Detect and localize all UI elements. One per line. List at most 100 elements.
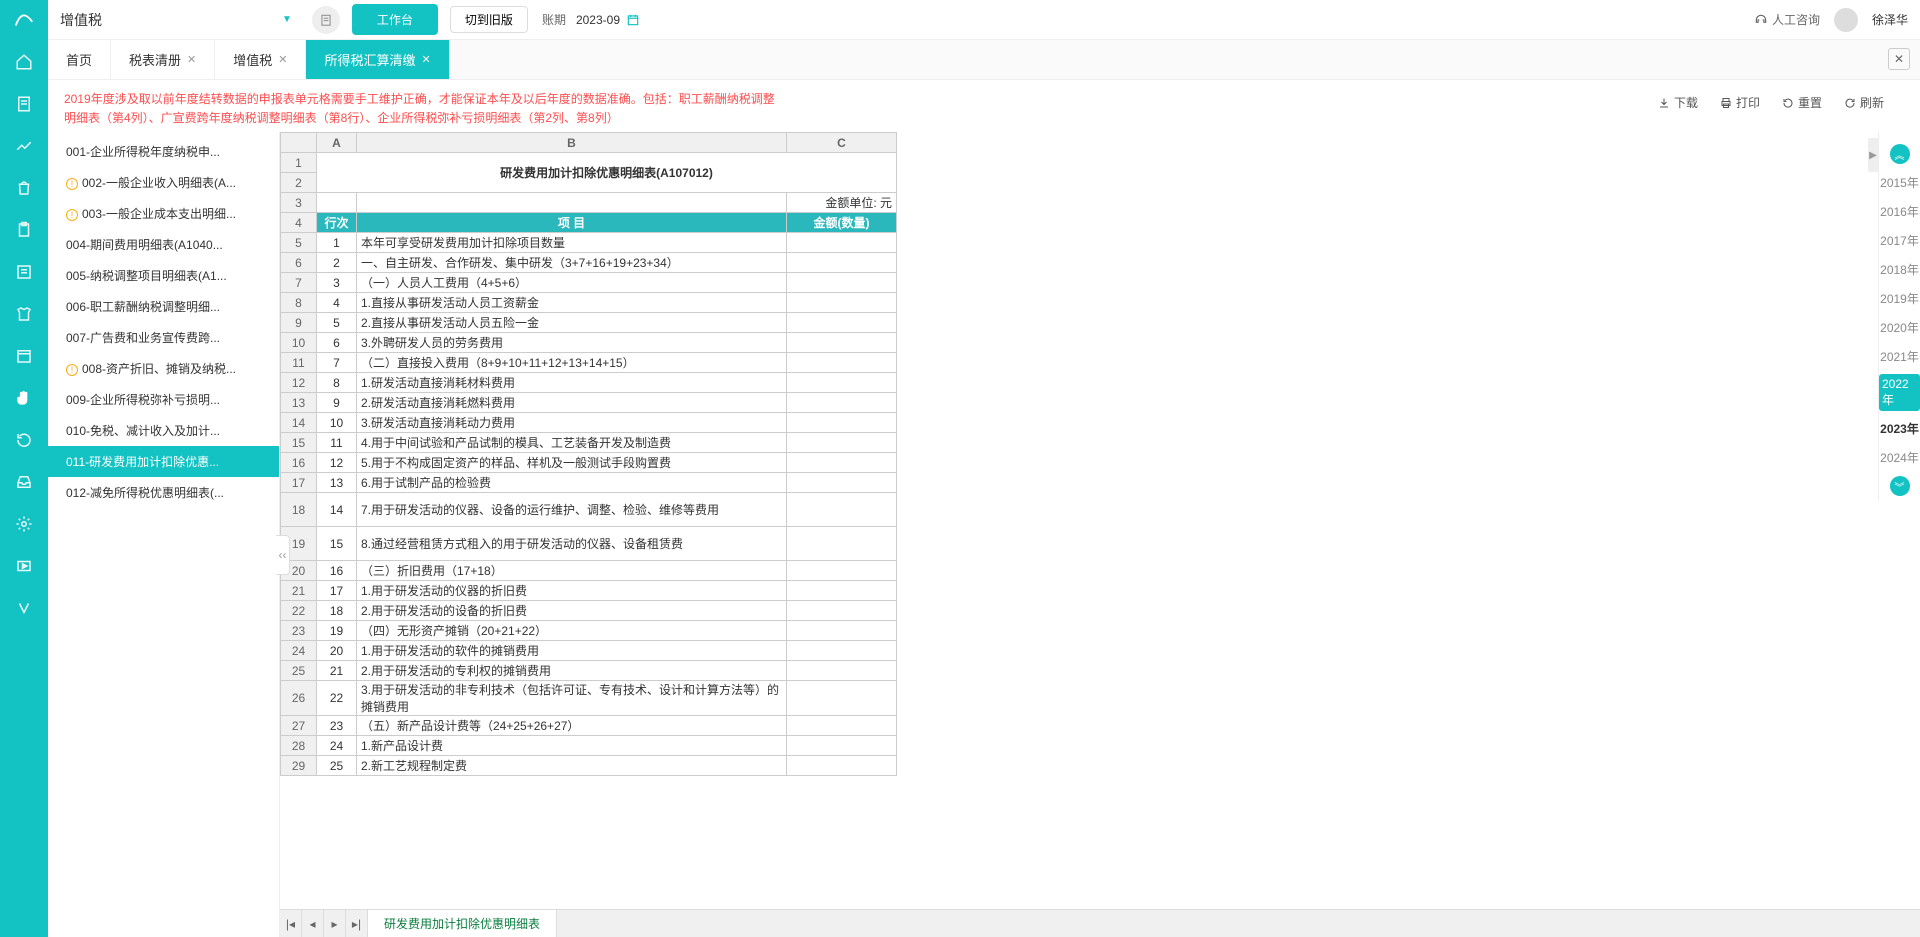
nav-list-icon[interactable] [12,260,36,284]
amount-cell[interactable] [787,527,897,561]
year-option[interactable]: 2016年 [1880,197,1919,226]
refresh-button[interactable]: 刷新 [1844,94,1884,111]
form-list-item-8[interactable]: 009-企业所得税弥补亏损明... [48,384,279,415]
nav-video-icon[interactable] [12,554,36,578]
sheet-tab[interactable]: 研发费用加计扣除优惠明细表 [368,910,557,937]
nav-inbox-icon[interactable] [12,470,36,494]
nav-chart-icon[interactable] [12,134,36,158]
amount-cell[interactable] [787,353,897,373]
year-option[interactable]: 2023年 [1880,414,1919,443]
form-list-item-5[interactable]: 006-职工薪酬纳税调整明细... [48,291,279,322]
user-name[interactable]: 徐泽华 [1872,11,1908,28]
sheet-nav-next[interactable]: ▸ [324,910,346,937]
calendar-icon[interactable] [626,13,640,27]
year-option[interactable]: 2022年 [1879,374,1920,411]
year-option[interactable]: 2020年 [1880,313,1919,342]
form-list-item-10[interactable]: 011-研发费用加计扣除优惠... [48,446,279,477]
nav-home-icon[interactable] [12,50,36,74]
amount-cell[interactable] [787,273,897,293]
sheet-nav-first[interactable]: |◂ [280,910,302,937]
year-option[interactable]: 2017年 [1880,226,1919,255]
history-button[interactable] [312,6,340,34]
right-panel-expand-handle[interactable]: ▶ [1868,138,1878,172]
amount-cell[interactable] [787,756,897,776]
vertical-scrollbar[interactable] [1852,152,1866,905]
reset-button[interactable]: 重置 [1782,94,1822,111]
amount-cell[interactable] [787,453,897,473]
amount-cell[interactable] [787,601,897,621]
amount-cell[interactable] [787,253,897,273]
amount-cell[interactable] [787,333,897,353]
print-button[interactable]: 打印 [1720,94,1760,111]
form-list-item-11[interactable]: 012-减免所得税优惠明细表(... [48,477,279,508]
form-list-item-6[interactable]: 007-广告费和业务宣传费跨... [48,322,279,353]
amount-cell[interactable] [787,473,897,493]
tab-close-icon[interactable]: ✕ [187,53,196,66]
period-value[interactable]: 2023-09 [576,13,620,27]
support-link[interactable]: 人工咨询 [1754,11,1820,28]
amount-cell[interactable] [787,373,897,393]
page-tab-3[interactable]: 所得税汇算清缴✕ [306,40,449,79]
horizontal-scrollbar[interactable] [1272,917,1912,931]
amount-cell[interactable] [787,581,897,601]
year-scroll-up[interactable]: ︽ [1890,144,1910,164]
amount-cell[interactable] [787,393,897,413]
download-button[interactable]: 下载 [1658,94,1698,111]
switch-old-button[interactable]: 切到旧版 [450,6,528,33]
module-selector[interactable]: 增值税 ▼ [60,10,292,30]
form-list-item-1[interactable]: !002-一般企业收入明细表(A... [48,167,279,198]
page-tab-1[interactable]: 税表清册✕ [111,40,215,79]
tab-close-icon[interactable]: ✕ [422,53,431,66]
sheet-nav-prev[interactable]: ◂ [302,910,324,937]
amount-cell[interactable] [787,433,897,453]
form-list-item-3[interactable]: 004-期间费用明细表(A1040... [48,229,279,260]
year-option[interactable]: 2024年 [1880,443,1919,472]
form-list-item-7[interactable]: !008-资产折旧、摊销及纳税... [48,353,279,384]
row-item-text: （三）折旧费用（17+18） [357,561,787,581]
row-item-text: 2.新工艺规程制定费 [357,756,787,776]
form-list-item-label: 002-一般企业收入明细表(A... [82,176,236,190]
nav-gear-icon[interactable] [12,512,36,536]
nav-calendar-icon[interactable] [12,344,36,368]
year-option[interactable]: 2018年 [1880,255,1919,284]
form-list-sidebar: 001-企业所得税年度纳税申...!002-一般企业收入明细表(A...!003… [48,132,280,937]
amount-cell[interactable] [787,661,897,681]
amount-cell[interactable] [787,681,897,716]
nav-clipboard-icon[interactable] [12,218,36,242]
year-scroll-down[interactable]: ︾ [1890,476,1910,496]
form-list-item-2[interactable]: !003-一般企业成本支出明细... [48,198,279,229]
spreadsheet-grid[interactable]: ABC1研发费用加计扣除优惠明细表(A107012)23金额单位: 元4行次项 … [280,132,1920,909]
year-option[interactable]: 2021年 [1880,342,1919,371]
amount-cell[interactable] [787,641,897,661]
row-item-text: 2.直接从事研发活动人员五险一金 [357,313,787,333]
form-list-item-9[interactable]: 010-免税、减计收入及加计... [48,415,279,446]
nav-refresh-icon[interactable] [12,428,36,452]
row-item-text: 8.通过经营租赁方式租入的用于研发活动的仪器、设备租赁费 [357,527,787,561]
amount-cell[interactable] [787,716,897,736]
amount-cell[interactable] [787,493,897,527]
form-list-item-0[interactable]: 001-企业所得税年度纳税申... [48,136,279,167]
nav-hand-icon[interactable] [12,386,36,410]
nav-shirt-icon[interactable] [12,302,36,326]
amount-cell[interactable] [787,621,897,641]
amount-cell[interactable] [787,293,897,313]
page-tab-2[interactable]: 增值税✕ [215,40,306,79]
sidebar-collapse-handle[interactable]: ‹‹ [276,535,290,575]
sheet-nav-last[interactable]: ▸| [346,910,368,937]
workspace-button[interactable]: 工作台 [352,4,438,35]
amount-cell[interactable] [787,736,897,756]
nav-doc-icon[interactable] [12,92,36,116]
amount-cell[interactable] [787,233,897,253]
page-tab-0[interactable]: 首页 [48,40,111,79]
user-avatar[interactable] [1834,8,1858,32]
amount-cell[interactable] [787,561,897,581]
nav-bag-icon[interactable] [12,176,36,200]
amount-cell[interactable] [787,313,897,333]
close-all-tabs-button[interactable]: ✕ [1888,48,1910,70]
form-list-item-4[interactable]: 005-纳税调整项目明细表(A1... [48,260,279,291]
tab-close-icon[interactable]: ✕ [278,53,287,66]
year-option[interactable]: 2019年 [1880,284,1919,313]
amount-cell[interactable] [787,413,897,433]
nav-v-icon[interactable] [12,596,36,620]
year-option[interactable]: 2015年 [1880,168,1919,197]
